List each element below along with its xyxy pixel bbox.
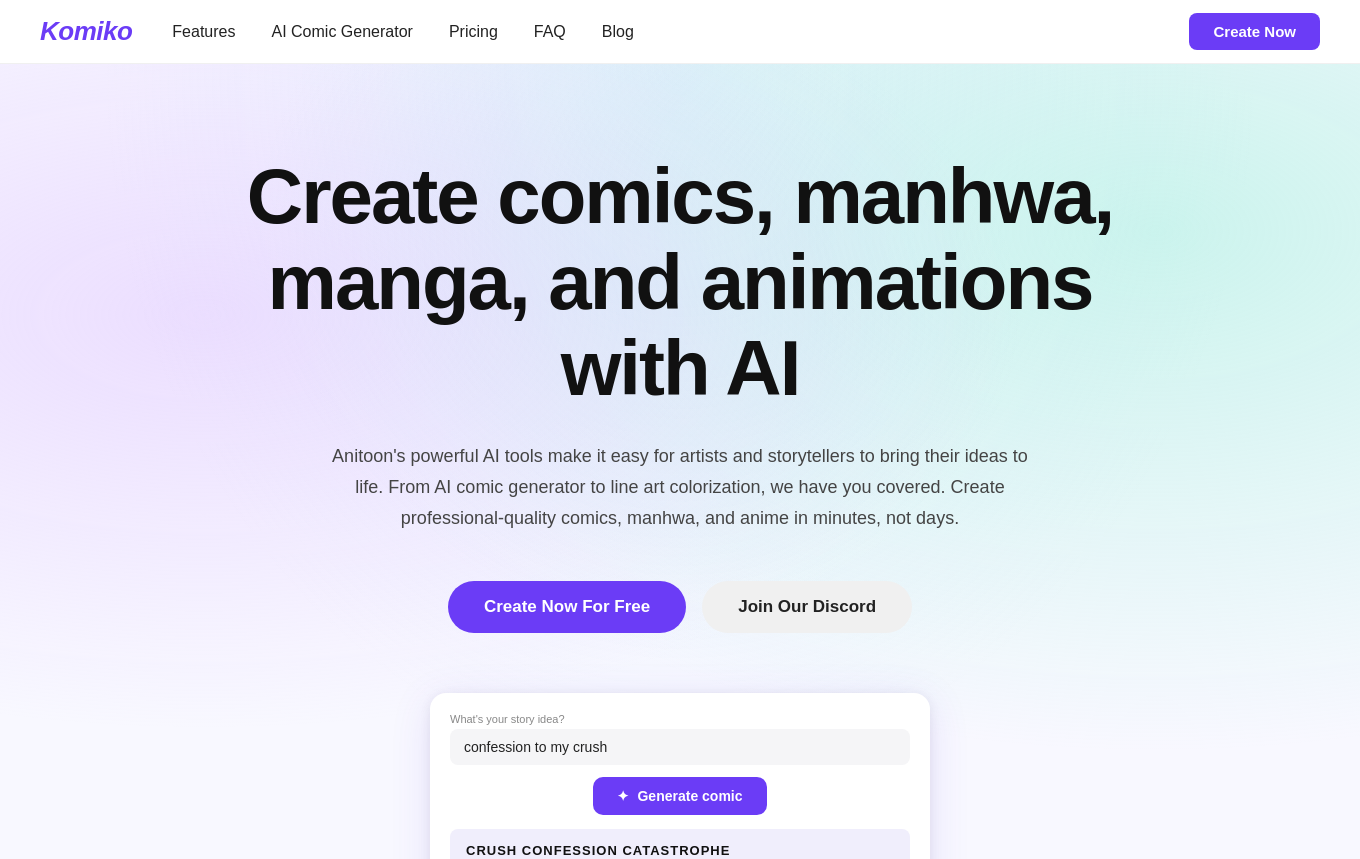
nav-link-blog[interactable]: Blog: [602, 23, 634, 40]
nav-item-pricing[interactable]: Pricing: [449, 23, 498, 41]
preview-input-label: What's your story idea?: [450, 713, 910, 725]
preview-input-row: What's your story idea? confession to my…: [450, 713, 910, 765]
join-discord-button[interactable]: Join Our Discord: [702, 581, 912, 633]
nav-item-features[interactable]: Features: [172, 23, 235, 41]
nav-link-faq[interactable]: FAQ: [534, 23, 566, 40]
nav-create-now-button[interactable]: Create Now: [1189, 13, 1320, 50]
preview-comic-title: CRUSH CONFESSION CATASTROPHE: [466, 843, 894, 858]
spark-icon: ✦: [617, 788, 629, 804]
nav-item-faq[interactable]: FAQ: [534, 23, 566, 41]
nav-link-pricing[interactable]: Pricing: [449, 23, 498, 40]
nav-item-blog[interactable]: Blog: [602, 23, 634, 41]
preview-generate-label: Generate comic: [637, 788, 742, 804]
nav-item-ai-comic[interactable]: AI Comic Generator: [271, 23, 412, 41]
preview-card: What's your story idea? confession to my…: [430, 693, 930, 859]
nav-link-features[interactable]: Features: [172, 23, 235, 40]
preview-bottom: CRUSH CONFESSION CATASTROPHE ◄ ►: [450, 829, 910, 859]
logo-text: Komiko: [40, 16, 132, 47]
preview-input-value[interactable]: confession to my crush: [450, 729, 910, 765]
hero-content: Create comics, manhwa, manga, and animat…: [230, 154, 1130, 693]
hero-preview: What's your story idea? confession to my…: [430, 693, 930, 859]
nav-links: Features AI Comic Generator Pricing FAQ …: [172, 23, 633, 41]
navbar: Komiko Features AI Comic Generator Prici…: [0, 0, 1360, 64]
nav-left: Komiko Features AI Comic Generator Prici…: [40, 16, 634, 47]
create-now-free-button[interactable]: Create Now For Free: [448, 581, 686, 633]
preview-generate-button[interactable]: ✦ Generate comic: [593, 777, 766, 815]
hero-buttons: Create Now For Free Join Our Discord: [448, 581, 912, 633]
hero-subtitle: Anitoon's powerful AI tools make it easy…: [320, 441, 1040, 533]
hero-section: Create comics, manhwa, manga, and animat…: [0, 64, 1360, 859]
nav-link-ai-comic[interactable]: AI Comic Generator: [271, 23, 412, 40]
logo[interactable]: Komiko: [40, 16, 132, 47]
hero-title: Create comics, manhwa, manga, and animat…: [230, 154, 1130, 411]
